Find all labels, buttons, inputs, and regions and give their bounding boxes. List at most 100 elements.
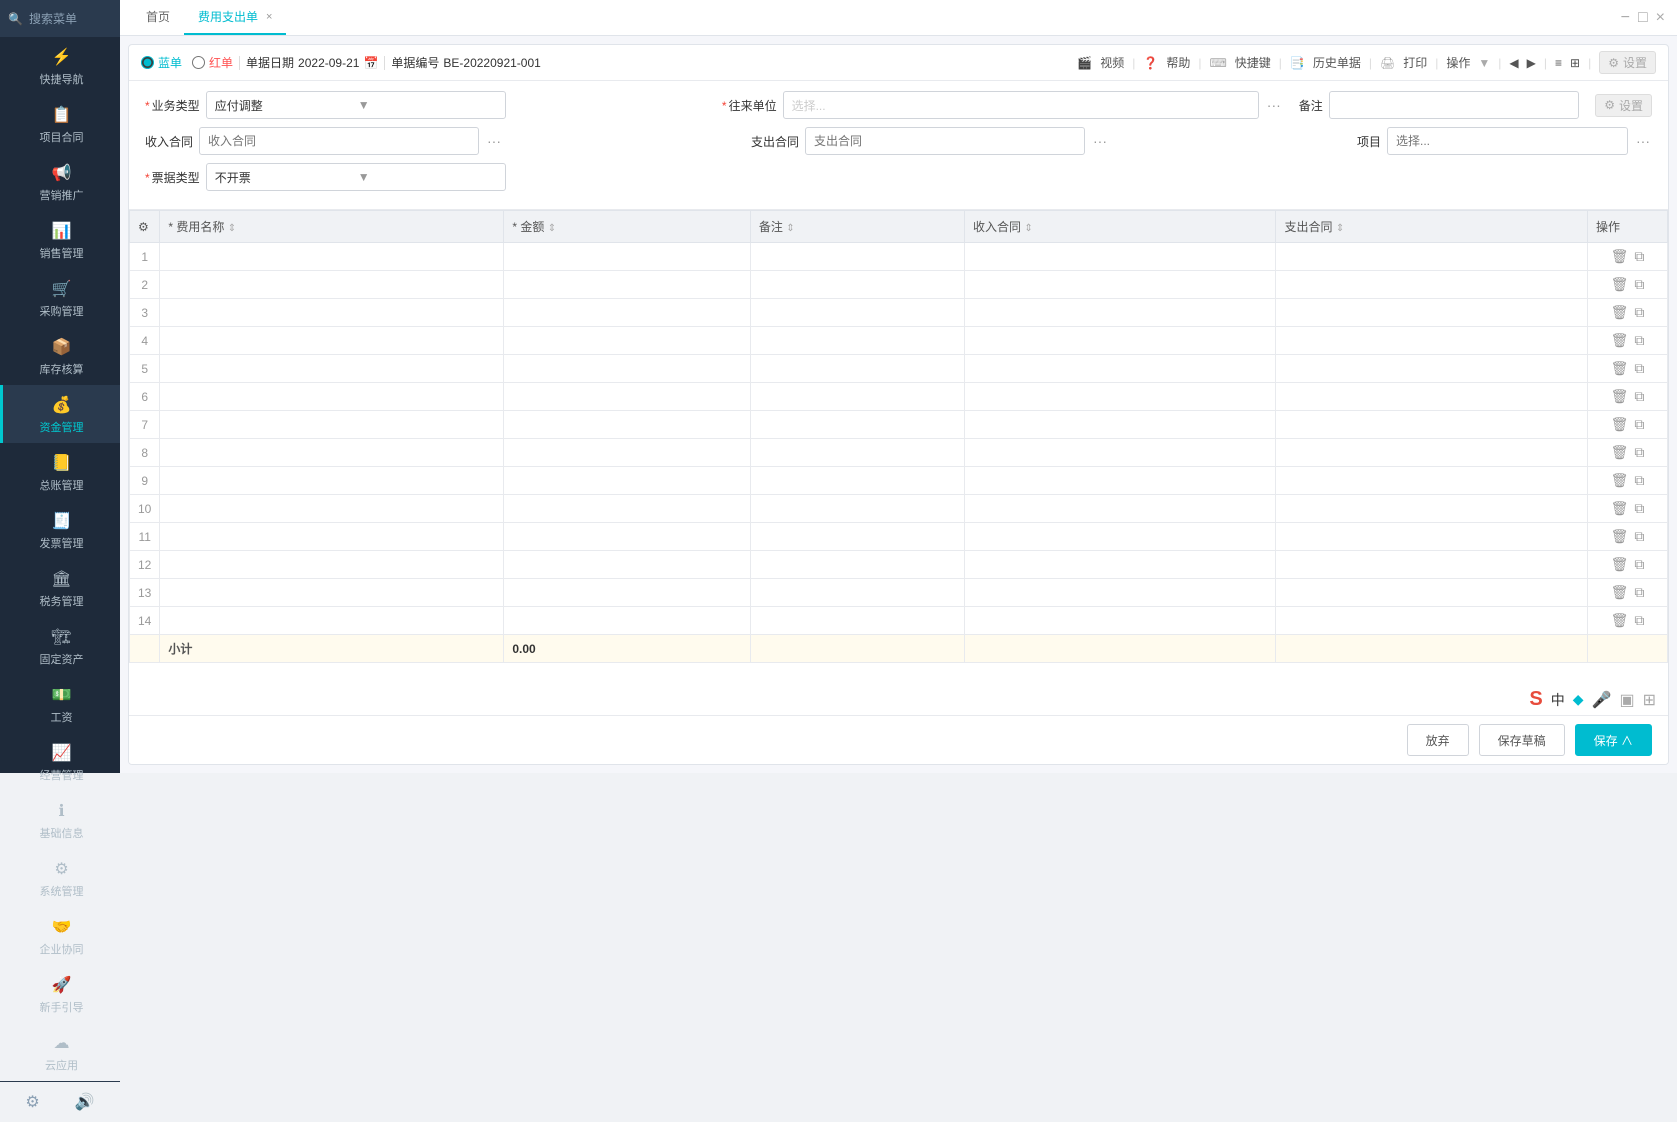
cell-expense-contract-7[interactable] [1276, 411, 1588, 439]
cell-amount-14[interactable] [504, 607, 751, 635]
cell-expense-name-11[interactable] [160, 523, 504, 551]
partner-select[interactable]: 选择... [783, 91, 1259, 119]
brand-table[interactable]: ▣ [1619, 690, 1634, 710]
cell-remark-1[interactable] [750, 243, 964, 271]
toolbar-history-btn[interactable]: 历史单据 [1313, 54, 1361, 71]
sidebar-item-account-mgmt[interactable]: 📒 总账管理 [0, 443, 120, 501]
project-input[interactable] [1387, 127, 1628, 155]
cell-expense-contract-12[interactable] [1276, 551, 1588, 579]
cell-income-contract-11[interactable] [964, 523, 1276, 551]
row-delete-4[interactable]: 🗑 [1611, 332, 1629, 349]
cell-amount-11[interactable] [504, 523, 751, 551]
row-copy-5[interactable]: ⧉ [1634, 360, 1644, 377]
cell-expense-name-10[interactable] [160, 495, 504, 523]
cell-amount-8[interactable] [504, 439, 751, 467]
row-copy-8[interactable]: ⧉ [1634, 444, 1644, 461]
expense-contract-dots[interactable]: ··· [1091, 133, 1109, 149]
settings-icon[interactable]: ⚙ [25, 1092, 39, 1112]
project-dots[interactable]: ··· [1634, 133, 1652, 149]
cell-expense-contract-10[interactable] [1276, 495, 1588, 523]
save-draft-button[interactable]: 保存草稿 [1479, 724, 1565, 756]
cell-expense-contract-4[interactable] [1276, 327, 1588, 355]
sidebar-item-salary[interactable]: 💵 工资 [0, 675, 120, 733]
cell-expense-name-4[interactable] [160, 327, 504, 355]
radio-blue[interactable]: 蓝单 [141, 54, 182, 71]
row-delete-3[interactable]: 🗑 [1611, 304, 1629, 321]
cell-expense-name-9[interactable] [160, 467, 504, 495]
cell-expense-name-2[interactable] [160, 271, 504, 299]
th-gear[interactable]: ⚙ [130, 211, 160, 243]
cell-expense-contract-11[interactable] [1276, 523, 1588, 551]
row-delete-12[interactable]: 🗑 [1611, 556, 1629, 573]
sidebar-item-sales-mgmt[interactable]: 📊 销售管理 [0, 211, 120, 269]
brand-grid[interactable]: ⊞ [1643, 690, 1656, 710]
cell-income-contract-6[interactable] [964, 383, 1276, 411]
row-delete-5[interactable]: 🗑 [1611, 360, 1629, 377]
sidebar-item-enterprise-collab[interactable]: 🤝 企业协同 [0, 907, 120, 965]
row-copy-11[interactable]: ⧉ [1634, 528, 1644, 545]
brand-mic[interactable]: 🎤 [1592, 690, 1612, 710]
cell-expense-contract-3[interactable] [1276, 299, 1588, 327]
cell-remark-11[interactable] [750, 523, 964, 551]
tab-home[interactable]: 首页 [132, 0, 184, 35]
cell-expense-contract-1[interactable] [1276, 243, 1588, 271]
cell-remark-10[interactable] [750, 495, 964, 523]
toolbar-shortcut-btn[interactable]: 快捷键 [1235, 54, 1271, 71]
row-copy-10[interactable]: ⧉ [1634, 500, 1644, 517]
cell-remark-3[interactable] [750, 299, 964, 327]
minimize-btn[interactable]: − [1621, 9, 1630, 27]
maximize-btn[interactable]: □ [1638, 9, 1648, 27]
expense-contract-input[interactable] [805, 127, 1085, 155]
th-expense-name[interactable]: * 费用名称 ⇕ [160, 211, 504, 243]
row-delete-6[interactable]: 🗑 [1611, 388, 1629, 405]
sidebar-item-business-mgmt[interactable]: 📈 经营管理 [0, 733, 120, 791]
view-list-btn[interactable]: ≡ [1555, 56, 1562, 70]
cell-income-contract-14[interactable] [964, 607, 1276, 635]
row-delete-8[interactable]: 🗑 [1611, 444, 1629, 461]
calendar-icon[interactable]: 📅 [363, 56, 378, 70]
remark-input[interactable] [1329, 91, 1579, 119]
cell-expense-contract-2[interactable] [1276, 271, 1588, 299]
th-amount[interactable]: * 金额 ⇕ [504, 211, 751, 243]
row-copy-6[interactable]: ⧉ [1634, 388, 1644, 405]
row-delete-2[interactable]: 🗑 [1611, 276, 1629, 293]
cell-amount-13[interactable] [504, 579, 751, 607]
cell-income-contract-13[interactable] [964, 579, 1276, 607]
sidebar-item-cloud-app[interactable]: ☁ 云应用 [0, 1023, 120, 1081]
row-copy-1[interactable]: ⧉ [1634, 248, 1644, 265]
cell-expense-name-1[interactable] [160, 243, 504, 271]
cell-expense-name-8[interactable] [160, 439, 504, 467]
cell-expense-name-6[interactable] [160, 383, 504, 411]
cell-income-contract-1[interactable] [964, 243, 1276, 271]
cell-income-contract-9[interactable] [964, 467, 1276, 495]
row-delete-13[interactable]: 🗑 [1611, 584, 1629, 601]
partner-dots[interactable]: ··· [1265, 97, 1283, 113]
cell-income-contract-7[interactable] [964, 411, 1276, 439]
cell-remark-7[interactable] [750, 411, 964, 439]
cell-expense-name-3[interactable] [160, 299, 504, 327]
income-contract-input[interactable] [199, 127, 479, 155]
cell-amount-2[interactable] [504, 271, 751, 299]
sidebar-item-system-mgmt[interactable]: ⚙ 系统管理 [0, 849, 120, 907]
sidebar-item-tax-mgmt[interactable]: 🏛 税务管理 [0, 559, 120, 617]
income-contract-dots[interactable]: ··· [485, 133, 503, 149]
sidebar-item-fixed-assets[interactable]: 🏗 固定资产 [0, 617, 120, 675]
cell-amount-12[interactable] [504, 551, 751, 579]
sidebar-item-new-guide[interactable]: 🚀 新手引导 [0, 965, 120, 1023]
row-copy-9[interactable]: ⧉ [1634, 472, 1644, 489]
sidebar-item-basic-info[interactable]: ℹ 基础信息 [0, 791, 120, 849]
cell-remark-4[interactable] [750, 327, 964, 355]
volume-icon[interactable]: 🔊 [75, 1092, 95, 1112]
cell-amount-5[interactable] [504, 355, 751, 383]
sidebar-item-quick-nav[interactable]: ⚡ 快捷导航 [0, 37, 120, 95]
nav-next-btn[interactable]: ▶ [1527, 56, 1536, 70]
cell-remark-14[interactable] [750, 607, 964, 635]
tab-expense-bill[interactable]: 费用支出单 × [184, 0, 286, 35]
toolbar-print-btn[interactable]: 打印 [1403, 54, 1427, 71]
th-income-contract[interactable]: 收入合同 ⇕ [964, 211, 1276, 243]
cell-expense-contract-6[interactable] [1276, 383, 1588, 411]
form-settings-button[interactable]: ⚙ 设置 [1595, 94, 1652, 117]
sidebar-search[interactable]: 🔍 搜索菜单 [0, 0, 120, 37]
cell-amount-1[interactable] [504, 243, 751, 271]
cell-expense-name-5[interactable] [160, 355, 504, 383]
